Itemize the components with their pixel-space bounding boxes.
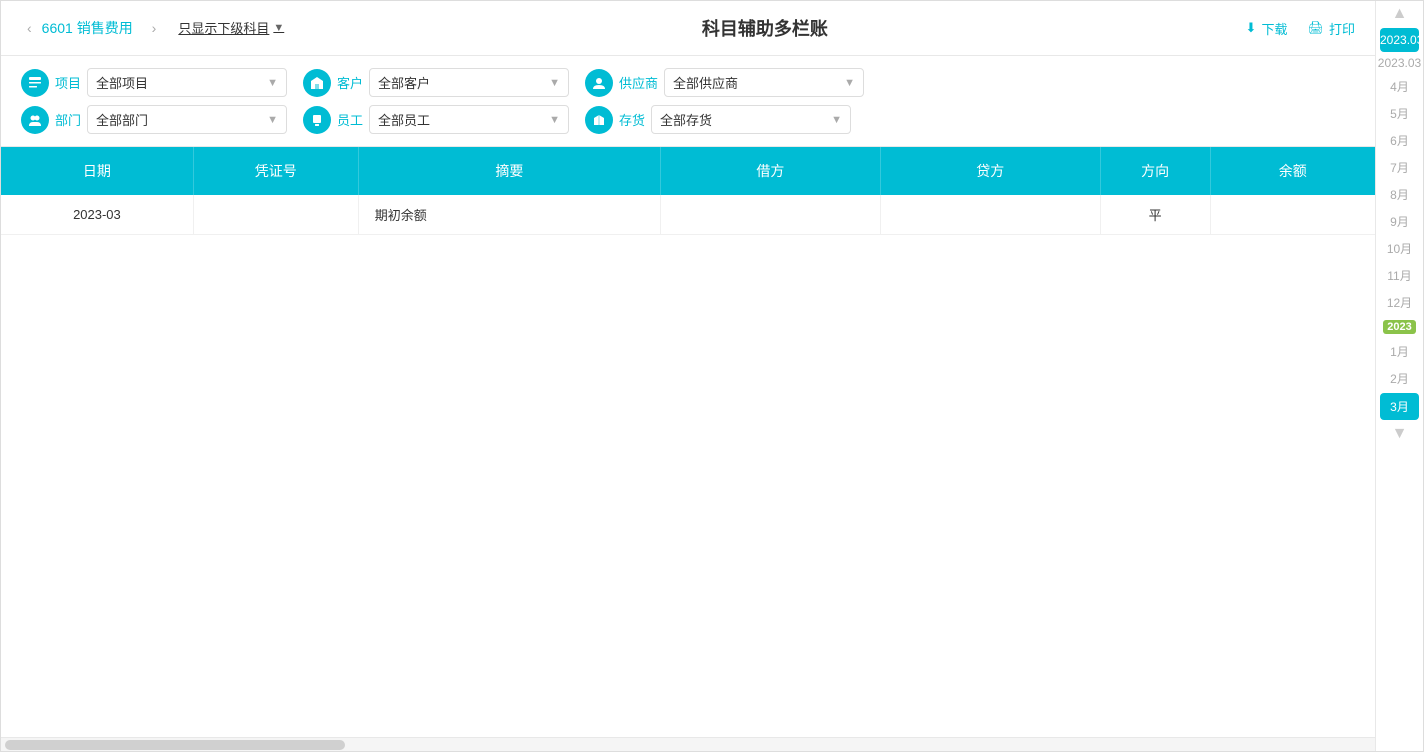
show-sub-btn[interactable]: 只显示下级科目 ▼ <box>178 18 284 38</box>
col-summary: 摘要 <box>358 147 660 195</box>
col-date: 日期 <box>1 147 193 195</box>
main-container: ▲ 2023.03 2023.03 4月 5月 6月 7月 8月 9月 10月 … <box>0 0 1424 752</box>
project-icon <box>21 69 49 97</box>
table-container: 日期 凭证号 摘要 借方 贷方 方向 余额 2023-03 期初余额 <box>1 147 1375 737</box>
header-actions: ⬇ 下载 🖨 打印 <box>1246 19 1355 38</box>
department-select-arrow-icon: ▼ <box>267 114 278 126</box>
timeline-month-7[interactable]: 7月 <box>1376 154 1423 181</box>
customer-select-value: 全部客户 <box>378 73 430 92</box>
employee-icon <box>303 106 331 134</box>
filter-project: 项目 全部项目 ▼ <box>21 68 287 97</box>
supplier-label: 供应商 <box>619 73 658 92</box>
supplier-icon <box>585 69 613 97</box>
inventory-icon <box>585 106 613 134</box>
filter-department: 部门 全部部门 ▼ <box>21 105 287 134</box>
customer-select[interactable]: 全部客户 ▼ <box>369 68 569 97</box>
filter-supplier: 供应商 全部供应商 ▼ <box>585 68 864 97</box>
timeline-month-5[interactable]: 5月 <box>1376 100 1423 127</box>
filter-customer: 客户 全部客户 ▼ <box>303 68 569 97</box>
department-icon <box>21 106 49 134</box>
supplier-select-arrow-icon: ▼ <box>844 77 855 89</box>
project-select-value: 全部项目 <box>96 73 148 92</box>
filter-inventory: 存货 全部存货 ▼ <box>585 105 851 134</box>
print-btn[interactable]: 🖨 打印 <box>1307 19 1355 38</box>
employee-select[interactable]: 全部员工 ▼ <box>369 105 569 134</box>
col-credit: 贷方 <box>880 147 1100 195</box>
supplier-select-value: 全部供应商 <box>673 73 738 92</box>
timeline-period-2[interactable]: 2023.03 <box>1376 53 1423 73</box>
col-voucher: 凭证号 <box>193 147 358 195</box>
filter-employee: 员工 全部员工 ▼ <box>303 105 569 134</box>
customer-select-arrow-icon: ▼ <box>549 77 560 89</box>
year-badge-label: 2023 <box>1383 320 1415 334</box>
timeline-sidebar: ▲ 2023.03 2023.03 4月 5月 6月 7月 8月 9月 10月 … <box>1375 1 1423 751</box>
timeline-month-1[interactable]: 1月 <box>1376 338 1423 365</box>
employee-select-value: 全部员工 <box>378 110 430 129</box>
timeline-month-2[interactable]: 2月 <box>1376 365 1423 392</box>
inventory-select-value: 全部存货 <box>660 110 712 129</box>
department-select[interactable]: 全部部门 ▼ <box>87 105 287 134</box>
col-debit: 借方 <box>661 147 881 195</box>
table-row: 2023-03 期初余额 平 <box>1 195 1375 235</box>
page-title: 科目辅助多栏账 <box>284 15 1245 41</box>
cell-summary: 期初余额 <box>358 195 660 235</box>
content-area: ‹ 6601 销售费用 › 只显示下级科目 ▼ 科目辅助多栏账 ⬇ 下载 🖨 打… <box>1 1 1375 751</box>
cell-voucher <box>193 195 358 235</box>
col-balance: 余额 <box>1210 147 1375 195</box>
print-icon: 🖨 <box>1307 20 1324 36</box>
header: ‹ 6601 销售费用 › 只显示下级科目 ▼ 科目辅助多栏账 ⬇ 下载 🖨 打… <box>1 1 1375 56</box>
download-btn[interactable]: ⬇ 下载 <box>1246 19 1288 38</box>
timeline-month-10[interactable]: 10月 <box>1376 235 1423 262</box>
project-label: 项目 <box>55 73 81 92</box>
prev-account-btn[interactable]: ‹ <box>21 18 38 38</box>
inventory-select-arrow-icon: ▼ <box>831 114 842 126</box>
cell-balance <box>1210 195 1375 235</box>
timeline-month-9[interactable]: 9月 <box>1376 208 1423 235</box>
next-account-btn[interactable]: › <box>146 18 163 38</box>
department-label: 部门 <box>55 110 81 129</box>
timeline-month-3-current[interactable]: 3月 <box>1380 393 1419 420</box>
cell-debit <box>661 195 881 235</box>
timeline-year-badge: 2023 <box>1376 316 1423 338</box>
inventory-label: 存货 <box>619 110 645 129</box>
timeline-month-4[interactable]: 4月 <box>1376 73 1423 100</box>
timeline-down-btn[interactable]: ▼ <box>1376 421 1423 447</box>
data-table: 日期 凭证号 摘要 借方 贷方 方向 余额 2023-03 期初余额 <box>1 147 1375 235</box>
timeline-month-6[interactable]: 6月 <box>1376 127 1423 154</box>
download-label: 下载 <box>1261 19 1287 38</box>
customer-label: 客户 <box>337 73 363 92</box>
supplier-select[interactable]: 全部供应商 ▼ <box>664 68 864 97</box>
cell-direction: 平 <box>1100 195 1210 235</box>
employee-select-arrow-icon: ▼ <box>549 114 560 126</box>
filter-row-2: 部门 全部部门 ▼ 员工 全部 <box>21 105 1355 134</box>
project-select-arrow-icon: ▼ <box>267 77 278 89</box>
table-header-row: 日期 凭证号 摘要 借方 贷方 方向 余额 <box>1 147 1375 195</box>
show-sub-label: 只显示下级科目 <box>178 18 269 37</box>
customer-icon <box>303 69 331 97</box>
cell-credit <box>880 195 1100 235</box>
project-select[interactable]: 全部项目 ▼ <box>87 68 287 97</box>
scroll-thumb[interactable] <box>5 740 345 750</box>
timeline-period-1[interactable]: 2023.03 <box>1380 28 1419 52</box>
timeline-month-12[interactable]: 12月 <box>1376 289 1423 316</box>
print-label: 打印 <box>1329 19 1355 38</box>
inventory-select[interactable]: 全部存货 ▼ <box>651 105 851 134</box>
filter-row-1: 项目 全部项目 ▼ 客户 全部 <box>21 68 1355 97</box>
account-code-name: 6601 销售费用 <box>42 18 142 38</box>
timeline-up-btn[interactable]: ▲ <box>1376 1 1423 27</box>
timeline-month-8[interactable]: 8月 <box>1376 181 1423 208</box>
department-select-value: 全部部门 <box>96 110 148 129</box>
scroll-bar-container <box>1 737 1375 751</box>
cell-date: 2023-03 <box>1 195 193 235</box>
filter-area: 项目 全部项目 ▼ 客户 全部 <box>1 56 1375 147</box>
timeline-month-11[interactable]: 11月 <box>1376 262 1423 289</box>
show-sub-arrow-icon: ▼ <box>273 22 284 34</box>
employee-label: 员工 <box>337 110 363 129</box>
download-icon: ⬇ <box>1246 20 1257 36</box>
col-direction: 方向 <box>1100 147 1210 195</box>
